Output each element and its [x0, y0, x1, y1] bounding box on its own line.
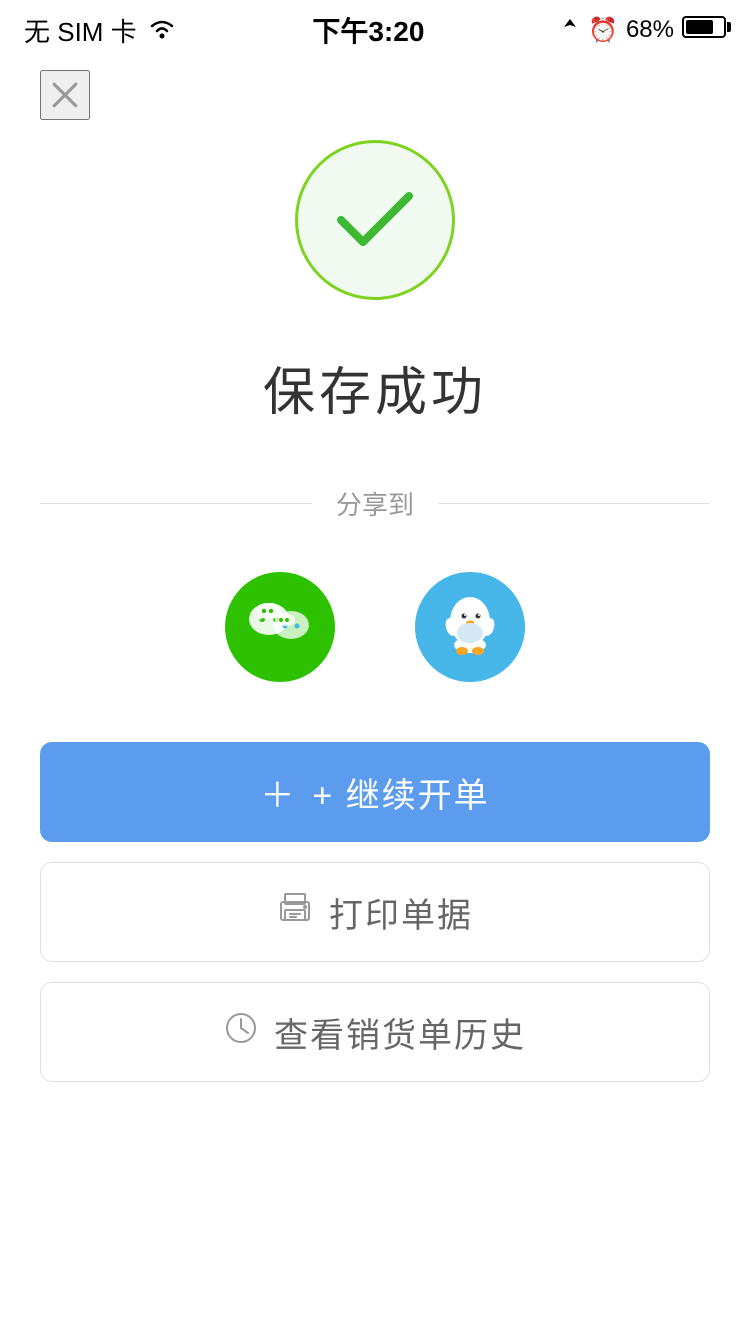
main-content: 保存成功 分享到: [0, 60, 750, 1082]
clock-icon: [224, 1011, 258, 1054]
success-title: 保存成功: [263, 350, 487, 425]
sim-status: 无 SIM 卡: [24, 12, 137, 49]
printer-icon: [277, 892, 313, 933]
share-divider: 分享到: [0, 485, 750, 522]
location-icon: [560, 16, 580, 44]
close-icon: [47, 77, 83, 113]
history-label: 查看销货单历史: [274, 1008, 526, 1057]
battery-percent: 68%: [626, 16, 674, 44]
checkmark-icon: [335, 190, 415, 250]
wechat-share-button[interactable]: [225, 572, 335, 682]
status-right: ⏰ 68%: [560, 16, 726, 45]
divider-right: [438, 503, 710, 504]
print-button[interactable]: 打印单据: [40, 862, 710, 962]
continue-order-label: + 继续开单: [312, 768, 489, 817]
alarm-icon: ⏰: [588, 16, 618, 45]
status-time: 下午3:20: [312, 10, 424, 50]
plus-icon: ＋: [260, 768, 296, 817]
wechat-icon: [247, 599, 313, 655]
continue-order-button[interactable]: ＋ + 继续开单: [40, 742, 710, 842]
qq-icon: [438, 593, 502, 661]
print-label: 打印单据: [329, 888, 473, 937]
qq-share-button[interactable]: [415, 572, 525, 682]
action-buttons: ＋ + 继续开单 打印单据: [0, 742, 750, 1082]
status-left: 无 SIM 卡: [24, 12, 177, 49]
divider-left: [40, 503, 312, 504]
share-icons-row: [225, 572, 525, 682]
share-label: 分享到: [312, 485, 438, 522]
success-icon-circle: [295, 140, 455, 300]
close-button[interactable]: [40, 70, 90, 120]
status-bar: 无 SIM 卡 下午3:20 ⏰ 68%: [0, 0, 750, 60]
wifi-icon: [147, 15, 177, 46]
battery-icon: [682, 16, 726, 45]
share-section: 分享到: [0, 485, 750, 682]
history-button[interactable]: 查看销货单历史: [40, 982, 710, 1082]
